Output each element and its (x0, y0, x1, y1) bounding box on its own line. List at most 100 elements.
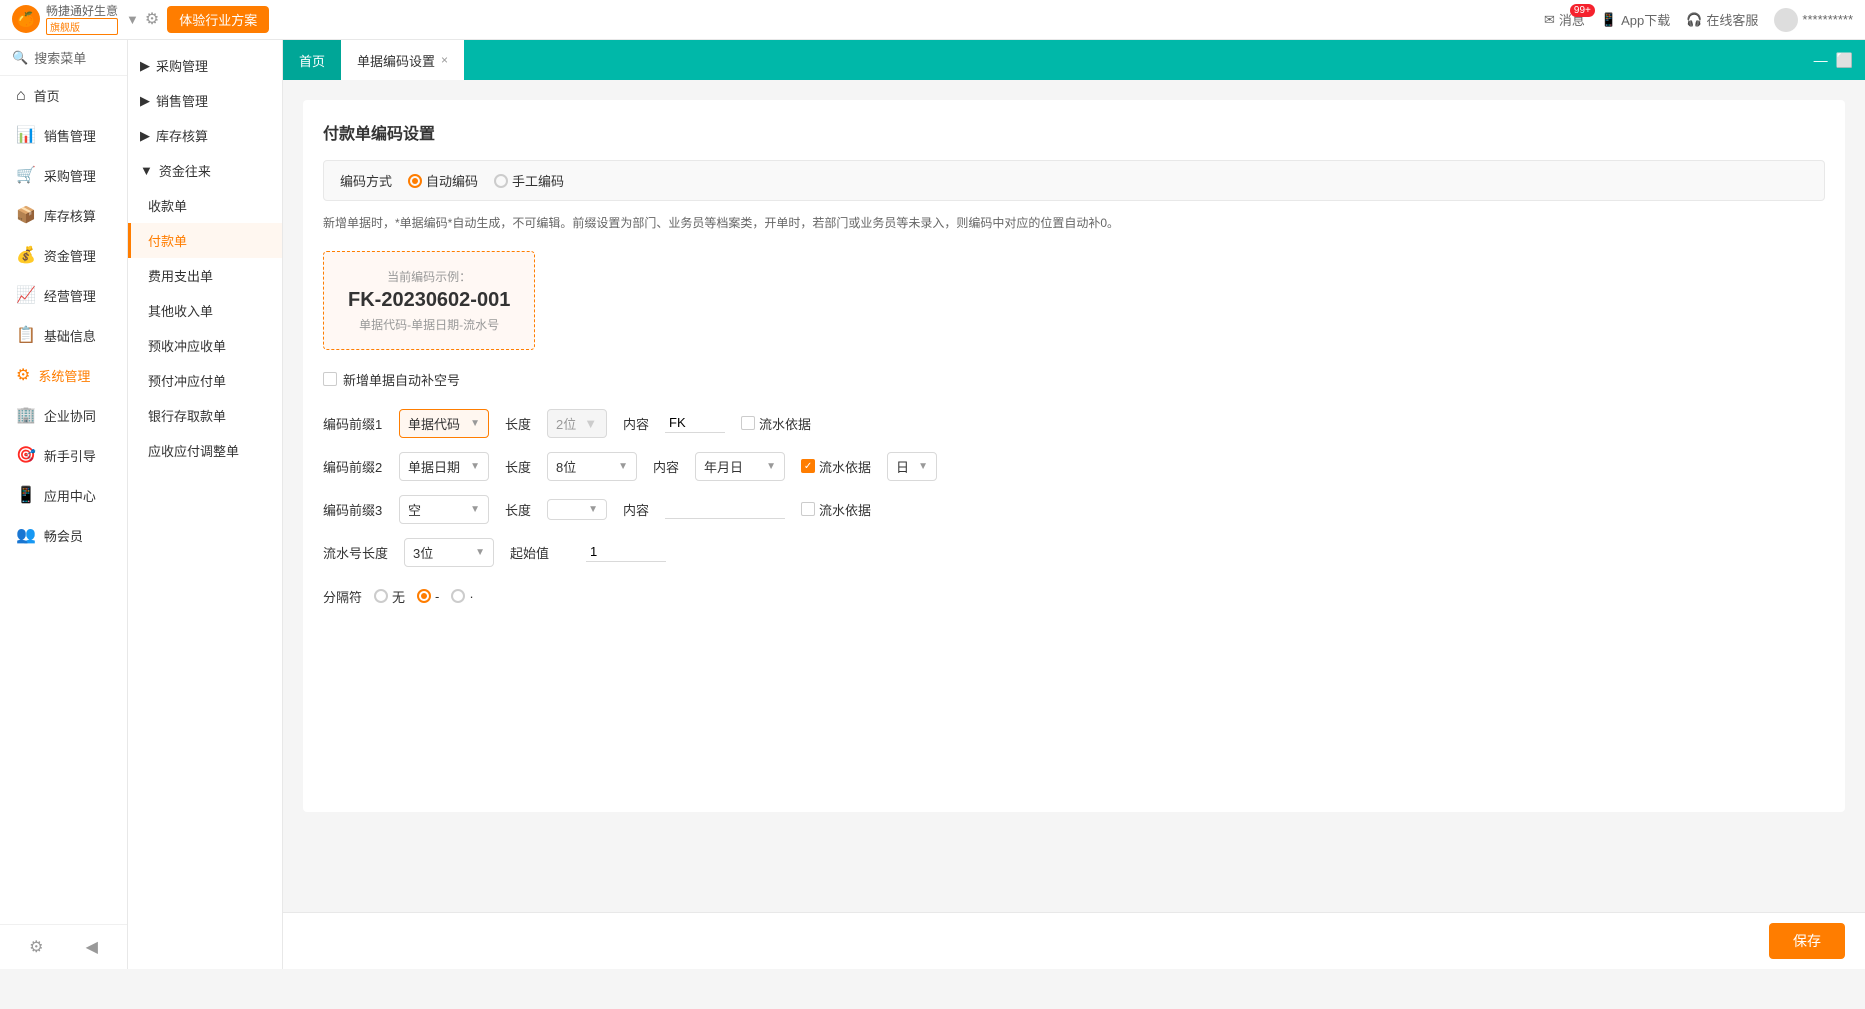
content2-value: 年月日 (704, 457, 743, 476)
sep-none-dot (374, 589, 388, 603)
sub-menu-item-other-income[interactable]: 其他收入单 (128, 293, 282, 328)
user-info[interactable]: ********** (1774, 8, 1853, 32)
inner-panel: 付款单编码设置 编码方式 自动编码 手工编码 新增单据时，*单据编码*自动生成，… (303, 100, 1845, 812)
follow2-option-select[interactable]: 日 ▼ (887, 452, 937, 481)
length2-select[interactable]: 8位 ▼ (547, 452, 637, 481)
sub-menu-item-payment[interactable]: 付款单 (128, 223, 282, 258)
auto-encode-dot (408, 174, 422, 188)
sidebar-search-label: 搜索菜单 (34, 48, 86, 67)
sub-menu-group-label: 库存核算 (156, 126, 208, 145)
content1-input[interactable] (665, 413, 725, 433)
sidebar-item-enterprise[interactable]: 🏢 企业协同 (0, 395, 127, 435)
sidebar-search-btn[interactable]: 🔍 搜索菜单 (0, 40, 127, 76)
sidebar-settings-icon[interactable]: ⚙ (25, 933, 47, 961)
sep-dot-dot (451, 589, 465, 603)
sidebar-item-system[interactable]: ⚙ 系统管理 (0, 355, 127, 395)
preview-desc: 单据代码-单据日期-流水号 (348, 316, 510, 333)
follow1-checkbox[interactable]: 流水依据 (741, 414, 811, 433)
sidebar-item-guide[interactable]: 🎯 新手引导 (0, 435, 127, 475)
length2-arrow-icon: ▼ (618, 461, 628, 472)
sep-dash-radio[interactable]: - (417, 589, 439, 604)
sidebar-item-sales[interactable]: 📊 销售管理 (0, 115, 127, 155)
sub-menu-group-label: 采购管理 (156, 56, 208, 75)
follow2-checkbox-checked: ✓ (801, 459, 815, 473)
prefix3-arrow-icon: ▼ (470, 504, 480, 515)
tab-active[interactable]: 单据编码设置 × (341, 40, 464, 80)
content3-input[interactable] (665, 499, 785, 519)
sub-menu-item-prepaid-pay[interactable]: 预付冲应付单 (128, 363, 282, 398)
online-service-btn[interactable]: 🎧 在线客服 (1686, 10, 1758, 29)
length3-arrow-icon: ▼ (588, 504, 598, 515)
tab-minimize-icon[interactable]: — (1814, 52, 1828, 68)
follow2-checkbox[interactable]: ✓ 流水依据 (801, 457, 871, 476)
dropdown-arrow-icon[interactable]: ▼ (126, 12, 139, 27)
sub-menu-sales[interactable]: ▶ 销售管理 (128, 83, 282, 118)
user-name: ********** (1802, 12, 1853, 27)
length2-value: 8位 (556, 457, 576, 476)
sidebar-item-purchase[interactable]: 🛒 采购管理 (0, 155, 127, 195)
auto-fill-label: 新增单据自动补空号 (343, 370, 460, 389)
industry-btn[interactable]: 体验行业方案 (167, 6, 269, 33)
top-bar: 🍊 畅捷通好生意 旗舰版 ▼ ⚙ 体验行业方案 ✉ 消息 99+ 📱 App下载… (0, 0, 1865, 40)
sub-menu-purchase[interactable]: ▶ 采购管理 (128, 48, 282, 83)
follow2-option-value: 日 (896, 457, 909, 476)
sep-dot-radio[interactable]: · (451, 589, 473, 604)
content2-arrow-icon: ▼ (766, 461, 776, 472)
auto-fill-row[interactable]: 新增单据自动补空号 (323, 370, 1825, 389)
sub-menu-item-adjust[interactable]: 应收应付调整单 (128, 433, 282, 468)
message-icon: ✉ (1544, 12, 1555, 28)
save-button[interactable]: 保存 (1769, 923, 1845, 959)
follow2-label: 流水依据 (819, 457, 871, 476)
guide-icon: 🎯 (16, 445, 36, 465)
sidebar-item-home[interactable]: ⌂ 首页 (0, 76, 127, 115)
sub-menu-capital[interactable]: ▼ 资金往来 (128, 153, 282, 188)
start-value-input[interactable] (586, 542, 666, 562)
tab-bar: 首页 单据编码设置 × — ⬜ (283, 40, 1865, 80)
sidebar-item-member[interactable]: 👥 畅会员 (0, 515, 127, 555)
tab-close-icon[interactable]: × (441, 53, 448, 67)
sidebar-bottom: ⚙ ◀ (0, 924, 127, 969)
brand-icon: 🍊 (12, 5, 40, 33)
sidebar-item-finance[interactable]: 💰 资金管理 (0, 235, 127, 275)
tab-home[interactable]: 首页 (283, 40, 341, 80)
sidebar-item-operation[interactable]: 📈 经营管理 (0, 275, 127, 315)
auto-encode-radio[interactable]: 自动编码 (408, 171, 478, 190)
prefix3-select[interactable]: 空 ▼ (399, 495, 489, 524)
service-icon: 🎧 (1686, 12, 1702, 28)
manual-encode-radio[interactable]: 手工编码 (494, 171, 564, 190)
settings-icon[interactable]: ⚙ (145, 9, 159, 29)
sidebar-item-base[interactable]: 📋 基础信息 (0, 315, 127, 355)
prefix1-label: 编码前缀1 (323, 414, 383, 433)
sub-menu-item-receipt[interactable]: 收款单 (128, 188, 282, 223)
serial-length-arrow-icon: ▼ (475, 547, 485, 558)
brand: 🍊 畅捷通好生意 旗舰版 (12, 4, 118, 35)
serial-length-select[interactable]: 3位 ▼ (404, 538, 494, 567)
auto-fill-checkbox[interactable] (323, 372, 337, 386)
tab-maximize-icon[interactable]: ⬜ (1836, 52, 1853, 69)
prefix2-select[interactable]: 单据日期 ▼ (399, 452, 489, 481)
sub-menu-item-prepaid-recv[interactable]: 预收冲应收单 (128, 328, 282, 363)
content2-label: 内容 (653, 457, 679, 476)
sidebar-item-label: 经营管理 (44, 286, 96, 305)
sep-none-radio[interactable]: 无 (374, 587, 405, 606)
sidebar-collapse-icon[interactable]: ◀ (82, 933, 102, 961)
sub-menu-inventory[interactable]: ▶ 库存核算 (128, 118, 282, 153)
enterprise-icon: 🏢 (16, 405, 36, 425)
manual-encode-dot (494, 174, 508, 188)
preview-label: 当前编码示例： (348, 268, 510, 285)
manual-encode-label: 手工编码 (512, 171, 564, 190)
sub-menu-item-bank[interactable]: 银行存取款单 (128, 398, 282, 433)
sidebar-item-label: 畅会员 (44, 526, 83, 545)
preview-code: FK-20230602-001 (348, 289, 510, 312)
sub-menu-item-expense[interactable]: 费用支出单 (128, 258, 282, 293)
length3-select[interactable]: ▼ (547, 499, 607, 520)
sub-menu-arrow-icon: ▼ (140, 163, 153, 178)
prefix1-select[interactable]: 单据代码 ▼ (399, 409, 489, 438)
sidebar-item-apps[interactable]: 📱 应用中心 (0, 475, 127, 515)
user-avatar (1774, 8, 1798, 32)
content2-select[interactable]: 年月日 ▼ (695, 452, 785, 481)
sidebar-item-inventory[interactable]: 📦 库存核算 (0, 195, 127, 235)
app-download-btn[interactable]: 📱 App下载 (1601, 10, 1670, 29)
message-btn[interactable]: ✉ 消息 99+ (1544, 10, 1585, 29)
follow3-checkbox[interactable]: 流水依据 (801, 500, 871, 519)
